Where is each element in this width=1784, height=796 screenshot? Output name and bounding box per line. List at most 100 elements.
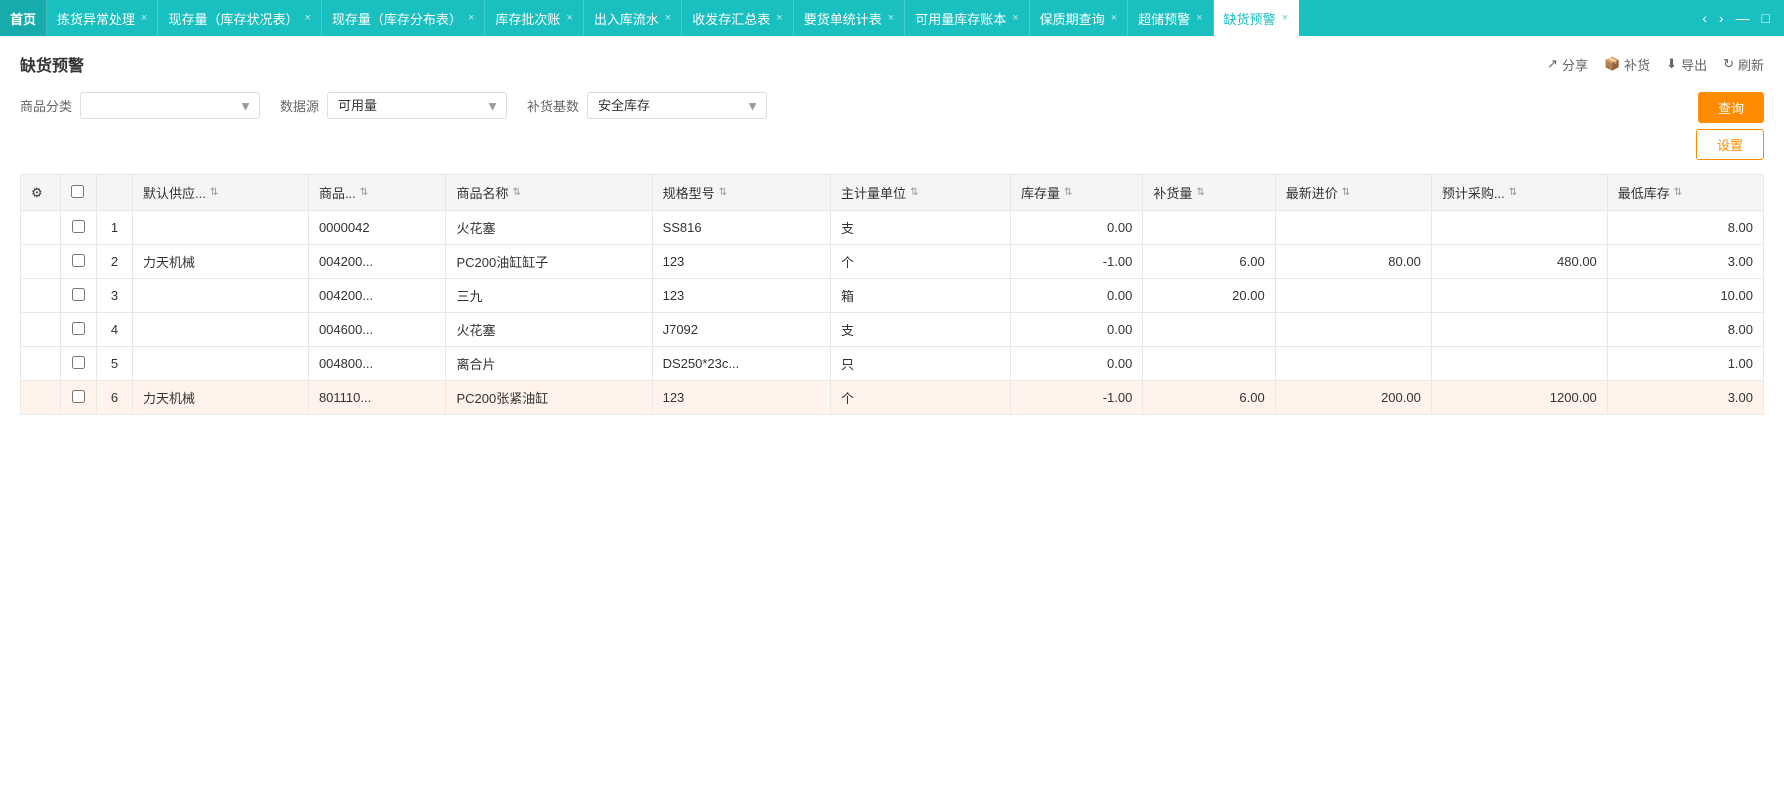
settings-button[interactable]: 设置 bbox=[1696, 129, 1764, 160]
close-icon[interactable]: × bbox=[1012, 12, 1018, 24]
main-content: 缺货预警 ↗ 分享 📦 补货 ⬇ 导出 ↻ 刷新 商品分类 bbox=[0, 36, 1784, 796]
column-replenish-qty[interactable]: 补货量 ⇅ bbox=[1143, 175, 1275, 211]
tab-label: 现存量（库存状况表） bbox=[168, 9, 298, 28]
export-icon: ⬇ bbox=[1666, 56, 1677, 72]
close-icon[interactable]: × bbox=[888, 12, 894, 24]
row-latest-price bbox=[1275, 347, 1431, 381]
nav-tab-7[interactable]: 要货单统计表 × bbox=[794, 0, 905, 36]
row-number: 1 bbox=[97, 211, 133, 245]
close-icon[interactable]: × bbox=[1282, 12, 1288, 24]
export-button[interactable]: ⬇ 导出 bbox=[1666, 55, 1707, 74]
close-icon[interactable]: × bbox=[304, 12, 310, 24]
row-spec: J7092 bbox=[652, 313, 830, 347]
column-product-name[interactable]: 商品名称 ⇅ bbox=[446, 175, 652, 211]
nav-tab-10[interactable]: 超储预警 × bbox=[1128, 0, 1213, 36]
tab-label: 现存量（库存分布表） bbox=[332, 9, 462, 28]
maximize-button[interactable]: □ bbox=[1756, 8, 1776, 28]
row-checkbox[interactable] bbox=[72, 220, 85, 233]
row-checkbox-cell[interactable] bbox=[61, 347, 97, 381]
column-spec[interactable]: 规格型号 ⇅ bbox=[652, 175, 830, 211]
minimize-button[interactable]: — bbox=[1730, 8, 1756, 28]
column-product-code[interactable]: 商品... ⇅ bbox=[308, 175, 446, 211]
column-stock[interactable]: 库存量 ⇅ bbox=[1010, 175, 1142, 211]
row-unit: 箱 bbox=[831, 279, 1011, 313]
row-min-stock: 1.00 bbox=[1607, 347, 1763, 381]
replenish-button[interactable]: 📦 补货 bbox=[1604, 55, 1650, 74]
column-latest-price[interactable]: 最新进价 ⇅ bbox=[1275, 175, 1431, 211]
replenish-select-wrapper: 安全库存 ▼ bbox=[587, 92, 767, 119]
row-gear-cell bbox=[21, 279, 61, 313]
share-button[interactable]: ↗ 分享 bbox=[1547, 55, 1588, 74]
row-spec: 123 bbox=[652, 245, 830, 279]
nav-tab-1[interactable]: 拣货异常处理 × bbox=[47, 0, 158, 36]
filter-bar: 商品分类 ▼ 数据源 可用量 ▼ 补货基数 安全库存 bbox=[20, 92, 1764, 160]
nav-tab-home[interactable]: 首页 bbox=[0, 0, 47, 36]
nav-tab-11[interactable]: 缺货预警 × bbox=[1214, 0, 1299, 36]
row-checkbox-cell[interactable] bbox=[61, 313, 97, 347]
close-icon[interactable]: × bbox=[776, 12, 782, 24]
close-icon[interactable]: × bbox=[1111, 12, 1117, 24]
row-stock: -1.00 bbox=[1010, 245, 1142, 279]
row-product-code: 004600... bbox=[308, 313, 446, 347]
row-product-code: 004800... bbox=[308, 347, 446, 381]
row-spec: SS816 bbox=[652, 211, 830, 245]
row-estimated-purchase: 1200.00 bbox=[1431, 381, 1607, 415]
nav-tab-9[interactable]: 保质期查询 × bbox=[1030, 0, 1128, 36]
row-checkbox[interactable] bbox=[72, 254, 85, 267]
gear-icon: ⚙ bbox=[31, 185, 43, 200]
nav-controls: ‹ › — □ bbox=[1688, 8, 1784, 28]
export-label: 导出 bbox=[1681, 55, 1707, 74]
row-checkbox[interactable] bbox=[72, 390, 85, 403]
nav-tab-4[interactable]: 库存批次账 × bbox=[485, 0, 583, 36]
row-checkbox-cell[interactable] bbox=[61, 381, 97, 415]
column-unit[interactable]: 主计量单位 ⇅ bbox=[831, 175, 1011, 211]
refresh-button[interactable]: ↻ 刷新 bbox=[1723, 55, 1764, 74]
row-product-name: 火花塞 bbox=[446, 211, 652, 245]
column-min-stock[interactable]: 最低库存 ⇅ bbox=[1607, 175, 1763, 211]
row-checkbox[interactable] bbox=[72, 288, 85, 301]
column-checkbox bbox=[61, 175, 97, 211]
datasource-filter-group: 数据源 可用量 ▼ bbox=[280, 92, 507, 119]
close-icon[interactable]: × bbox=[665, 12, 671, 24]
row-latest-price: 200.00 bbox=[1275, 381, 1431, 415]
datasource-select[interactable]: 可用量 bbox=[327, 92, 507, 119]
nav-tab-6[interactable]: 收发存汇总表 × bbox=[682, 0, 793, 36]
row-min-stock: 8.00 bbox=[1607, 313, 1763, 347]
row-unit: 支 bbox=[831, 313, 1011, 347]
close-icon[interactable]: × bbox=[1196, 12, 1202, 24]
sort-icon: ⇅ bbox=[1674, 187, 1682, 198]
select-all-checkbox[interactable] bbox=[71, 185, 84, 198]
table-row: 1 0000042 火花塞 SS816 支 0.00 8.00 bbox=[21, 211, 1764, 245]
replenish-filter-group: 补货基数 安全库存 ▼ bbox=[527, 92, 767, 119]
nav-tab-8[interactable]: 可用量库存账本 × bbox=[905, 0, 1029, 36]
row-product-code: 004200... bbox=[308, 279, 446, 313]
row-checkbox[interactable] bbox=[72, 322, 85, 335]
row-checkbox-cell[interactable] bbox=[61, 211, 97, 245]
nav-tab-5[interactable]: 出入库流水 × bbox=[584, 0, 682, 36]
row-stock: 0.00 bbox=[1010, 279, 1142, 313]
row-checkbox[interactable] bbox=[72, 356, 85, 369]
nav-prev-button[interactable]: ‹ bbox=[1696, 8, 1713, 28]
row-stock: 0.00 bbox=[1010, 347, 1142, 381]
column-supplier[interactable]: 默认供应... ⇅ bbox=[133, 175, 309, 211]
row-estimated-purchase: 480.00 bbox=[1431, 245, 1607, 279]
close-icon[interactable]: × bbox=[141, 12, 147, 24]
nav-tab-3[interactable]: 现存量（库存分布表） × bbox=[322, 0, 485, 36]
category-select[interactable] bbox=[80, 92, 260, 119]
column-gear[interactable]: ⚙ bbox=[21, 175, 61, 211]
column-estimated-purchase[interactable]: 预计采购... ⇅ bbox=[1431, 175, 1607, 211]
nav-next-button[interactable]: › bbox=[1713, 8, 1730, 28]
row-unit: 个 bbox=[831, 245, 1011, 279]
row-replenish-qty: 20.00 bbox=[1143, 279, 1275, 313]
share-label: 分享 bbox=[1562, 55, 1588, 74]
row-checkbox-cell[interactable] bbox=[61, 245, 97, 279]
row-supplier bbox=[133, 279, 309, 313]
close-icon[interactable]: × bbox=[468, 12, 474, 24]
row-stock: -1.00 bbox=[1010, 381, 1142, 415]
tab-label: 出入库流水 bbox=[594, 9, 659, 28]
close-icon[interactable]: × bbox=[566, 12, 572, 24]
replenish-select[interactable]: 安全库存 bbox=[587, 92, 767, 119]
row-checkbox-cell[interactable] bbox=[61, 279, 97, 313]
nav-tab-2[interactable]: 现存量（库存状况表） × bbox=[158, 0, 321, 36]
query-button[interactable]: 查询 bbox=[1698, 92, 1764, 123]
